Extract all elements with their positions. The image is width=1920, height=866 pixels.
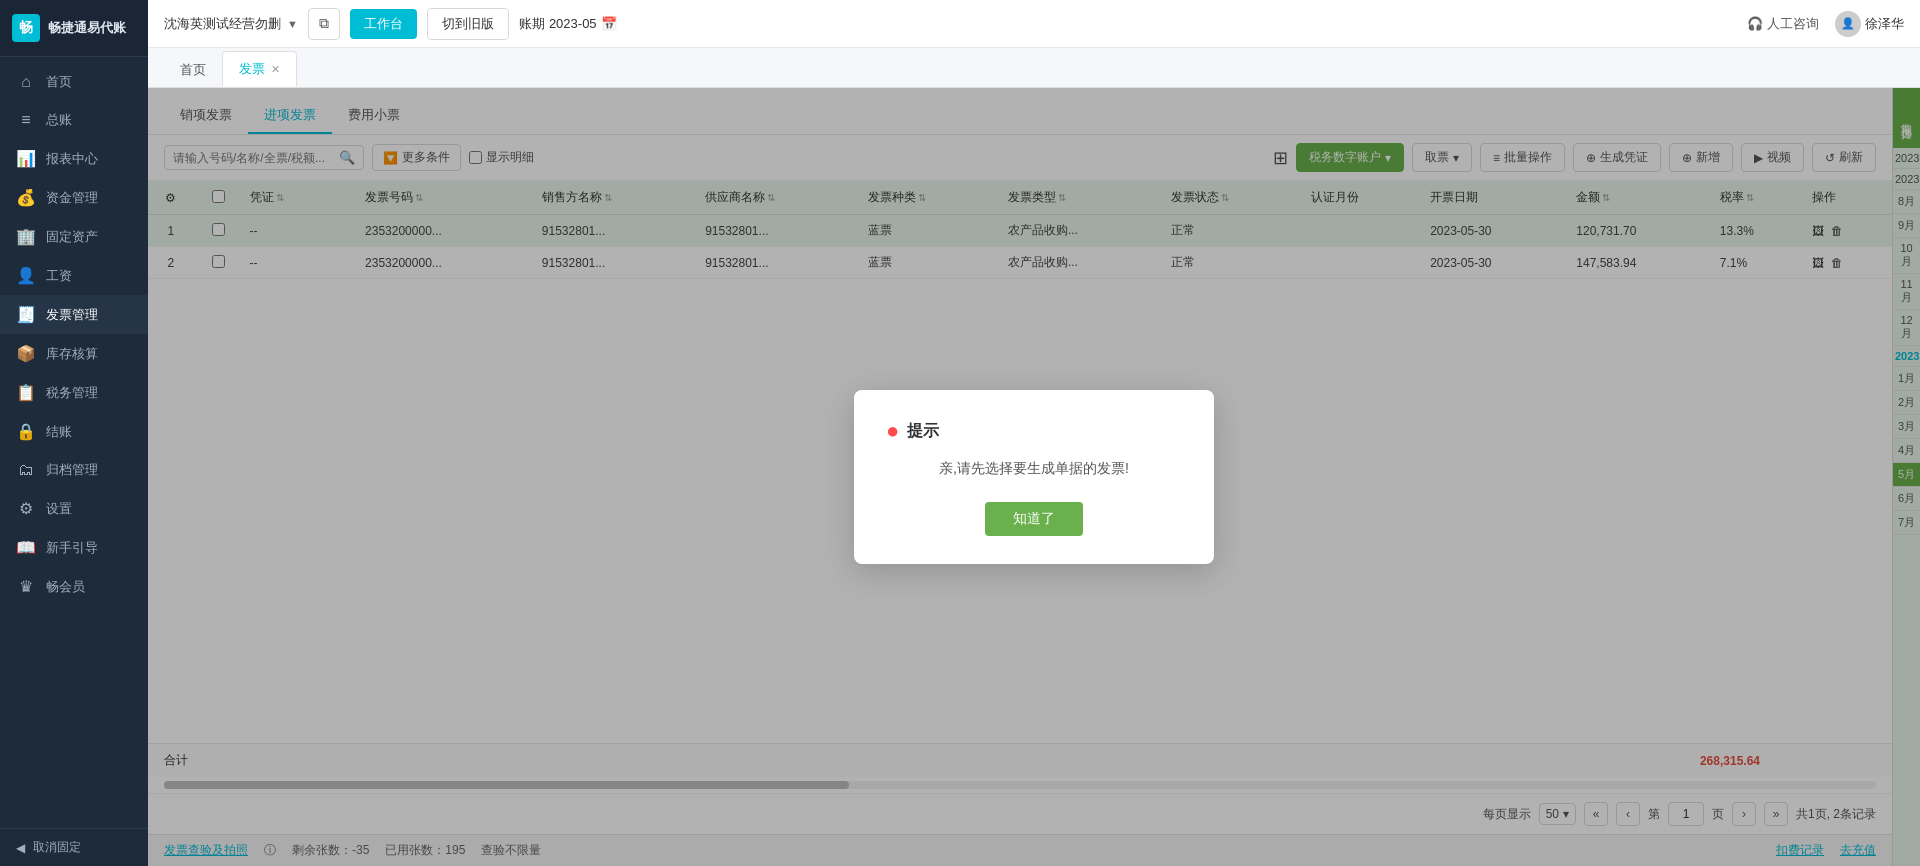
sidebar-item-guide[interactable]: 📖 新手引导: [0, 528, 148, 567]
sidebar-item-label: 总账: [46, 111, 72, 129]
nav-icon: 📖: [16, 538, 36, 557]
avatar: 👤: [1835, 11, 1861, 37]
service-label: 人工咨询: [1767, 15, 1819, 33]
sidebar-item-label: 新手引导: [46, 539, 98, 557]
nav-icon: 🗂: [16, 461, 36, 479]
sidebar-item-reports[interactable]: 📊 报表中心: [0, 139, 148, 178]
sidebar-item-capital[interactable]: 💰 资金管理: [0, 178, 148, 217]
nav-icon: 📊: [16, 149, 36, 168]
sidebar-item-label: 资金管理: [46, 189, 98, 207]
sidebar-item-salary[interactable]: 👤 工资: [0, 256, 148, 295]
tabs-bar: 首页 发票 ✕: [148, 48, 1920, 88]
sidebar-logo[interactable]: 畅 畅捷通易代账: [0, 0, 148, 57]
period-label: 账期: [519, 15, 545, 33]
modal-title: 提示: [907, 421, 939, 442]
user-name: 徐泽华: [1865, 15, 1904, 33]
workspace-button[interactable]: 工作台: [350, 9, 417, 39]
sidebar-item-label: 税务管理: [46, 384, 98, 402]
sidebar-item-inventory[interactable]: 📦 库存核算: [0, 334, 148, 373]
tab-home[interactable]: 首页: [164, 53, 222, 87]
tab-invoice[interactable]: 发票 ✕: [222, 51, 297, 87]
sidebar-item-label: 畅会员: [46, 578, 85, 596]
nav-icon: 📦: [16, 344, 36, 363]
nav-icon: 👤: [16, 266, 36, 285]
nav-icon: 🧾: [16, 305, 36, 324]
sidebar-item-assets[interactable]: 🏢 固定资产: [0, 217, 148, 256]
sidebar-item-label: 结账: [46, 423, 72, 441]
nav-icon: 🔒: [16, 422, 36, 441]
sidebar-item-label: 发票管理: [46, 306, 98, 324]
content-main: 销项发票 进项发票 费用小票 🔍 🔽 更: [148, 88, 1892, 866]
sidebar-bottom-btn[interactable]: ◀ 取消固定: [0, 828, 148, 866]
warning-icon: ●: [886, 418, 899, 444]
nav-icon: ⌂: [16, 73, 36, 91]
sidebar-item-archive[interactable]: 🗂 归档管理: [0, 451, 148, 489]
pin-icon: ◀: [16, 841, 25, 855]
sidebar-item-member[interactable]: ♛ 畅会员: [0, 567, 148, 606]
main-area: 沈海英测试经营勿删 ▼ ⧉ 工作台 切到旧版 账期 2023-05 📅 🎧 人工…: [148, 0, 1920, 866]
sidebar-bottom-label: 取消固定: [33, 839, 81, 856]
nav-icon: 📋: [16, 383, 36, 402]
modal-message: 亲,请先选择要生成单据的发票!: [939, 460, 1129, 476]
sidebar-item-label: 设置: [46, 500, 72, 518]
calendar-icon[interactable]: 📅: [601, 16, 617, 31]
sidebar: 畅 畅捷通易代账 ⌂ 首页 ≡ 总账 📊 报表中心 💰 资金管理 🏢 固定资产 👤 工资 🧾 发票管理 📦 库…: [0, 0, 148, 866]
headset-icon: 🎧: [1747, 16, 1763, 31]
modal-dialog: ● 提示 亲,请先选择要生成单据的发票! 知道了: [854, 390, 1214, 564]
company-name: 沈海英测试经营勿删: [164, 15, 281, 33]
user-menu[interactable]: 👤 徐泽华: [1835, 11, 1904, 37]
modal-footer: 知道了: [886, 502, 1182, 536]
close-icon[interactable]: ✕: [271, 63, 280, 76]
content-area: 销项发票 进项发票 费用小票 🔍 🔽 更: [148, 88, 1920, 866]
nav-icon: ⚙: [16, 499, 36, 518]
sidebar-logo-icon: 畅: [12, 14, 40, 42]
tab-home-label: 首页: [180, 61, 206, 79]
modal-header: ● 提示: [886, 418, 1182, 444]
sidebar-item-label: 库存核算: [46, 345, 98, 363]
nav-icon: ≡: [16, 111, 36, 129]
period-display: 账期 2023-05 📅: [519, 15, 617, 33]
sidebar-item-label: 首页: [46, 73, 72, 91]
nav-icon: 🏢: [16, 227, 36, 246]
tab-invoice-label: 发票: [239, 60, 265, 78]
topbar-right: 🎧 人工咨询 👤 徐泽华: [1747, 11, 1904, 37]
sidebar-item-label: 工资: [46, 267, 72, 285]
sidebar-item-label: 归档管理: [46, 461, 98, 479]
chevron-down-icon: ▼: [287, 18, 298, 30]
sidebar-item-settings[interactable]: ⚙ 设置: [0, 489, 148, 528]
modal-confirm-button[interactable]: 知道了: [985, 502, 1083, 536]
sidebar-item-label: 固定资产: [46, 228, 98, 246]
modal-overlay[interactable]: ● 提示 亲,请先选择要生成单据的发票! 知道了: [148, 88, 1892, 866]
copy-icon: ⧉: [319, 15, 329, 32]
company-selector[interactable]: 沈海英测试经营勿删 ▼: [164, 15, 298, 33]
nav-icon: 💰: [16, 188, 36, 207]
sidebar-item-label: 报表中心: [46, 150, 98, 168]
switch-version-button[interactable]: 切到旧版: [427, 8, 509, 40]
sidebar-item-home[interactable]: ⌂ 首页: [0, 63, 148, 101]
topbar: 沈海英测试经营勿删 ▼ ⧉ 工作台 切到旧版 账期 2023-05 📅 🎧 人工…: [148, 0, 1920, 48]
copy-button[interactable]: ⧉: [308, 8, 340, 40]
nav-icon: ♛: [16, 577, 36, 596]
sidebar-logo-text: 畅捷通易代账: [48, 19, 126, 37]
modal-body: 亲,请先选择要生成单据的发票!: [886, 460, 1182, 478]
sidebar-item-tax[interactable]: 📋 税务管理: [0, 373, 148, 412]
sidebar-nav: ⌂ 首页 ≡ 总账 📊 报表中心 💰 资金管理 🏢 固定资产 👤 工资 🧾 发票管理 📦 库存核算 📋 税务管理 🔒…: [0, 57, 148, 828]
service-button[interactable]: 🎧 人工咨询: [1747, 15, 1819, 33]
period-value: 2023-05: [549, 16, 597, 31]
sidebar-item-ledger[interactable]: ≡ 总账: [0, 101, 148, 139]
sidebar-item-closing[interactable]: 🔒 结账: [0, 412, 148, 451]
sidebar-item-invoice[interactable]: 🧾 发票管理: [0, 295, 148, 334]
